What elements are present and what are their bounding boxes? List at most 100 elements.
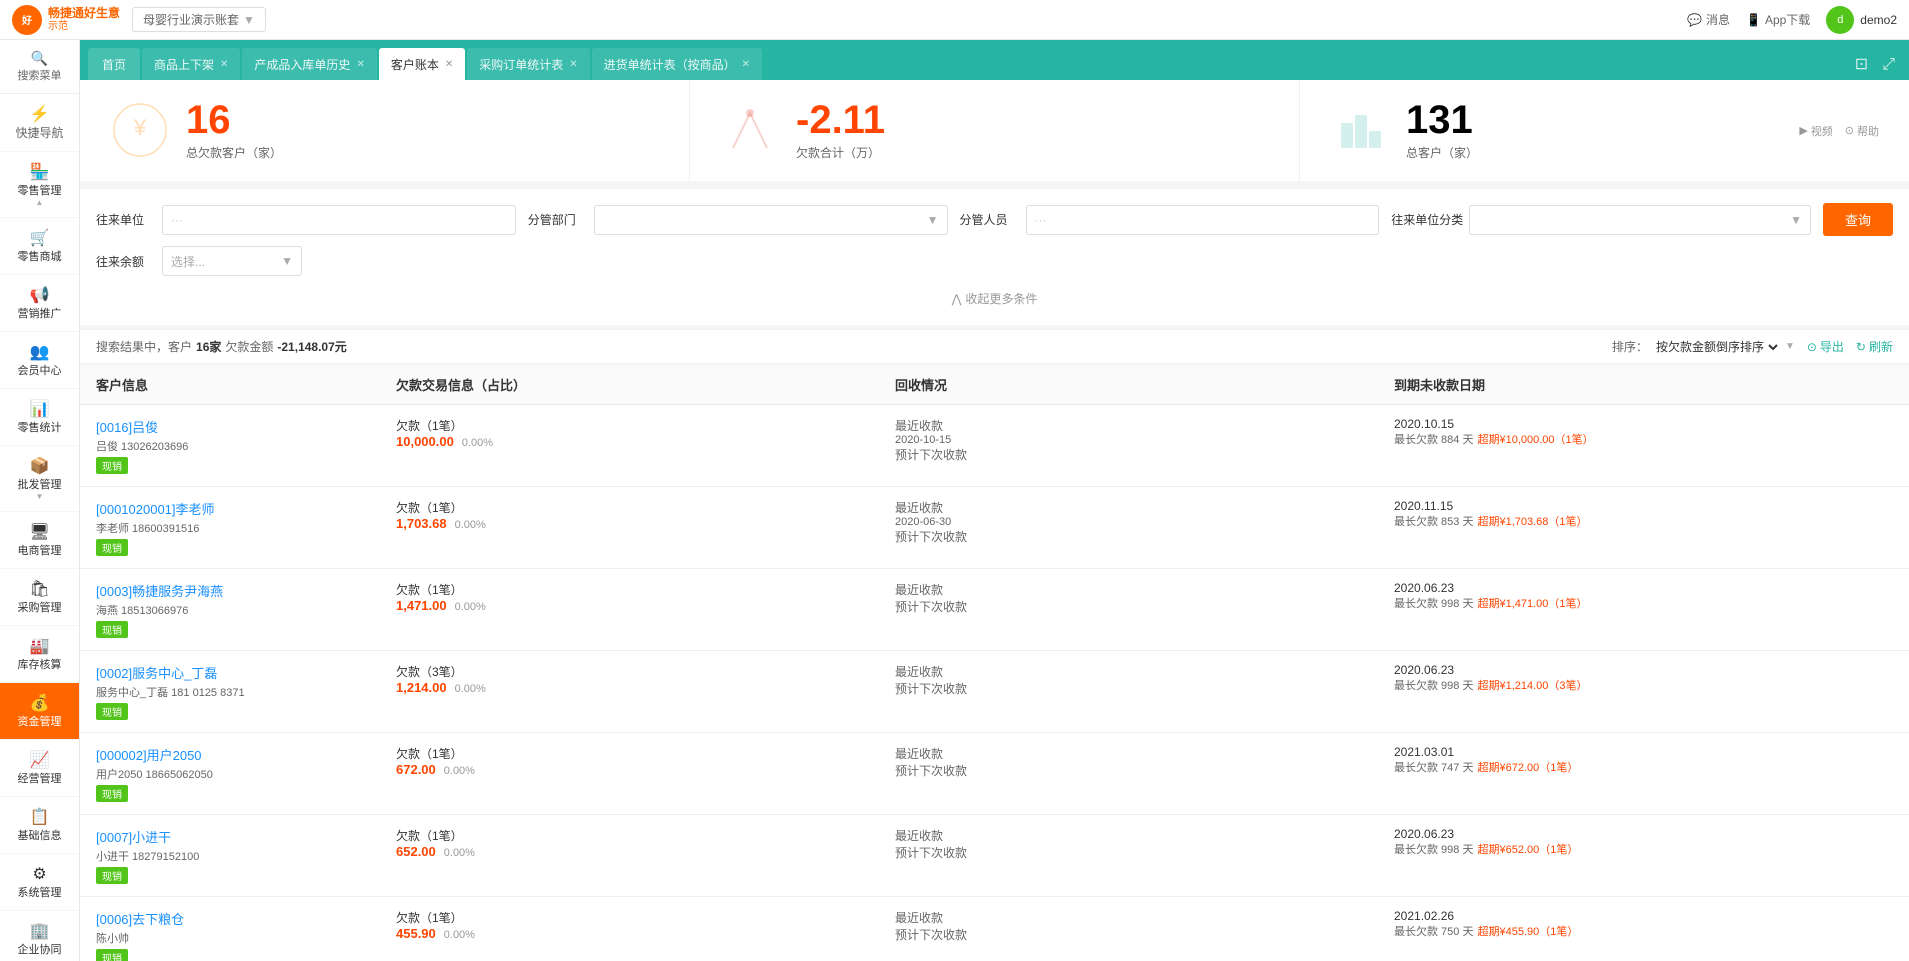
tab-maximize-btn[interactable]: ⤢ <box>1876 56 1901 74</box>
sidebar-item-ecommerce[interactable]: 🖥 电商管理 <box>0 512 79 569</box>
mall-icon: 🛒 <box>4 228 75 248</box>
customer-name-0[interactable]: [0016]吕俊 <box>96 417 396 436</box>
customer-info-4: [000002]用户2050 用户2050 18665062050 现销 <box>96 745 396 802</box>
arrow-icon: ▲ <box>36 198 44 207</box>
tab-product-history[interactable]: 产成品入库单历史 ✕ <box>242 48 376 80</box>
sort-select[interactable]: 按欠款金额倒序排序 <box>1652 339 1781 355</box>
col-header-customer: 客户信息 <box>96 375 396 394</box>
tab-customer-account[interactable]: 客户账本 ✕ <box>379 48 465 80</box>
sidebar-item-retail-mall[interactable]: 🛒 零售商城 <box>0 218 79 275</box>
stat-card-total-customers: 131 总客户（家） ▶ 视频 ⊙ 帮助 <box>1300 80 1909 181</box>
help-btn[interactable]: ⊙ 帮助 <box>1845 123 1879 139</box>
collapse-btn[interactable]: ⋀ 收起更多条件 <box>96 286 1893 311</box>
customer-info-6: [0006]去下粮仓 陈小帅 现销 <box>96 909 396 961</box>
sidebar-item-retail-stats[interactable]: 📊 零售统计 <box>0 389 79 446</box>
view-btn[interactable]: ▶ 视频 <box>1799 123 1832 139</box>
search-button[interactable]: 查询 <box>1823 203 1893 236</box>
tab-close-product-toggle[interactable]: ✕ <box>220 59 228 70</box>
retail-mgmt-icon: 🏪 <box>30 162 50 182</box>
company-selector[interactable]: 母婴行业演示账套 ▼ <box>132 7 266 32</box>
tab-inbound-stats[interactable]: 进货单统计表（按商品） ✕ <box>592 48 762 80</box>
table-header: 客户信息 欠款交易信息（占比） 回收情况 到期未收款日期 <box>80 365 1909 405</box>
member-icon: 👥 <box>4 342 75 362</box>
customer-name-1[interactable]: [0001020001]李老师 <box>96 499 396 518</box>
stat-info-debt-customers: 16 总欠款客户（家） <box>186 100 282 161</box>
customer-info-2: [0003]畅捷服务尹海燕 海燕 18513066976 现销 <box>96 581 396 638</box>
export-icon: ⊙ <box>1807 340 1817 354</box>
debt-info-6: 欠款（1笔） 455.90 0.00% <box>396 909 895 941</box>
tab-close-customer-account[interactable]: ✕ <box>445 59 453 70</box>
sidebar-item-quick-nav[interactable]: ⚡ 快捷导航 <box>0 94 79 152</box>
refresh-btn[interactable]: ↻ 刷新 <box>1856 338 1893 355</box>
sidebar-item-purchase[interactable]: 🛍 采购管理 <box>0 569 79 626</box>
user-area[interactable]: d demo2 <box>1826 6 1897 34</box>
customer-name-6[interactable]: [0006]去下粮仓 <box>96 909 396 928</box>
balance-select[interactable]: 选择... ▼ <box>162 246 302 276</box>
collection-info-6: 最近收款 预计下次收款 <box>895 909 1394 943</box>
sidebar-item-retail-mgmt[interactable]: 🏪 零售管理 ▲ <box>0 152 79 218</box>
batch-icon: 📦 <box>30 456 50 476</box>
overdue-info-2: 2020.06.23 最长欠款 998 天 超期¥1,471.00（1笔） <box>1394 581 1893 611</box>
customer-name-5[interactable]: [0007]小进干 <box>96 827 396 846</box>
filter-person: 分管人员 ··· <box>960 205 1380 235</box>
logo-icon: 好 <box>12 5 42 35</box>
col-header-debt: 欠款交易信息（占比） <box>396 375 895 394</box>
marketing-icon: 📢 <box>4 285 75 305</box>
tab-purchase-stats[interactable]: 采购订单统计表 ✕ <box>467 48 589 80</box>
customer-info-5: [0007]小进干 小进干 18279152100 现销 <box>96 827 396 884</box>
download-icon: 📱 <box>1746 13 1761 27</box>
overdue-info-4: 2021.03.01 最长欠款 747 天 超期¥672.00（1笔） <box>1394 745 1893 775</box>
sidebar-item-enterprise[interactable]: 🏢 企业协同 <box>0 911 79 961</box>
sidebar-item-marketing[interactable]: 📢 营销推广 <box>0 275 79 332</box>
tab-minimize-btn[interactable]: ⊡ <box>1849 54 1874 74</box>
collection-info-2: 最近收款 预计下次收款 <box>895 581 1394 615</box>
overdue-info-0: 2020.10.15 最长欠款 884 天 超期¥10,000.00（1笔） <box>1394 417 1893 447</box>
sidebar-item-member[interactable]: 👥 会员中心 <box>0 332 79 389</box>
table-row: [0007]小进干 小进干 18279152100 现销 欠款（1笔） 652.… <box>80 815 1909 897</box>
app-download-btn[interactable]: 📱 App下载 <box>1746 11 1810 28</box>
overdue-info-5: 2020.06.23 最长欠款 998 天 超期¥652.00（1笔） <box>1394 827 1893 857</box>
page-content: ¥ 16 总欠款客户（家） <box>80 80 1909 961</box>
sidebar-item-basic-info[interactable]: 📋 基础信息 <box>0 797 79 854</box>
collection-info-1: 最近收款 2020-06-30 预计下次收款 <box>895 499 1394 545</box>
unit-category-arrow-icon: ▼ <box>1790 213 1802 227</box>
collection-info-0: 最近收款 2020-10-15 预计下次收款 <box>895 417 1394 463</box>
unit-category-select[interactable]: ▼ <box>1469 205 1811 235</box>
sort-area: 排序： 按欠款金额倒序排序 ▼ <box>1612 338 1795 355</box>
tab-close-purchase-stats[interactable]: ✕ <box>569 59 577 70</box>
customer-name-3[interactable]: [0002]服务中心_丁磊 <box>96 663 396 682</box>
sidebar-search[interactable]: 🔍 搜索菜单 <box>0 40 79 94</box>
tab-home[interactable]: 首页 <box>88 48 140 80</box>
total-customers-label: 总客户（家） <box>1406 144 1783 161</box>
export-btn[interactable]: ⊙ 导出 <box>1807 338 1844 355</box>
source-unit-input[interactable]: ··· <box>162 205 516 235</box>
collection-info-3: 最近收款 预计下次收款 <box>895 663 1394 697</box>
message-btn[interactable]: 💬 消息 <box>1687 11 1730 28</box>
filter-balance: 往来余额 选择... ▼ <box>96 246 302 276</box>
sidebar: 🔍 搜索菜单 ⚡ 快捷导航 🏪 零售管理 ▲ 🛒 零售商城 📢 营销推广 👥 会… <box>0 40 80 961</box>
tab-product-toggle[interactable]: 商品上下架 ✕ <box>142 48 240 80</box>
debt-customers-icon: ¥ <box>110 101 170 161</box>
tab-close-product-history[interactable]: ✕ <box>356 59 364 70</box>
person-input[interactable]: ··· <box>1026 205 1380 235</box>
sidebar-item-batch-mgmt[interactable]: 📦 批发管理 ▼ <box>0 446 79 512</box>
sidebar-item-system[interactable]: ⚙ 系统管理 <box>0 854 79 911</box>
collection-info-4: 最近收款 预计下次收款 <box>895 745 1394 779</box>
overdue-info-3: 2020.06.23 最长欠款 998 天 超期¥1,214.00（3笔） <box>1394 663 1893 693</box>
svg-text:¥: ¥ <box>132 115 146 140</box>
person-label: 分管人员 <box>960 211 1020 228</box>
customer-name-4[interactable]: [000002]用户2050 <box>96 745 396 764</box>
debt-info-2: 欠款（1笔） 1,471.00 0.00% <box>396 581 895 613</box>
table-row: [0002]服务中心_丁磊 服务中心_丁磊 181 0125 8371 现销 欠… <box>80 651 1909 733</box>
customer-detail-0: 吕俊 13026203696 <box>96 438 396 454</box>
table-row: [0001020001]李老师 李老师 18600391516 现销 欠款（1笔… <box>80 487 1909 569</box>
table-row: [0016]吕俊 吕俊 13026203696 现销 欠款（1笔） 10,000… <box>80 405 1909 487</box>
customer-info-0: [0016]吕俊 吕俊 13026203696 现销 <box>96 417 396 474</box>
sidebar-item-inventory[interactable]: 🏭 库存核算 <box>0 626 79 683</box>
debt-amount-label: 欠款合计（万） <box>796 144 885 161</box>
tab-close-inbound-stats[interactable]: ✕ <box>742 59 750 70</box>
sidebar-item-capital[interactable]: 💰 资金管理 <box>0 683 79 740</box>
sidebar-item-ops[interactable]: 📈 经营管理 <box>0 740 79 797</box>
dept-select[interactable]: ▼ <box>594 205 948 235</box>
customer-name-2[interactable]: [0003]畅捷服务尹海燕 <box>96 581 396 600</box>
